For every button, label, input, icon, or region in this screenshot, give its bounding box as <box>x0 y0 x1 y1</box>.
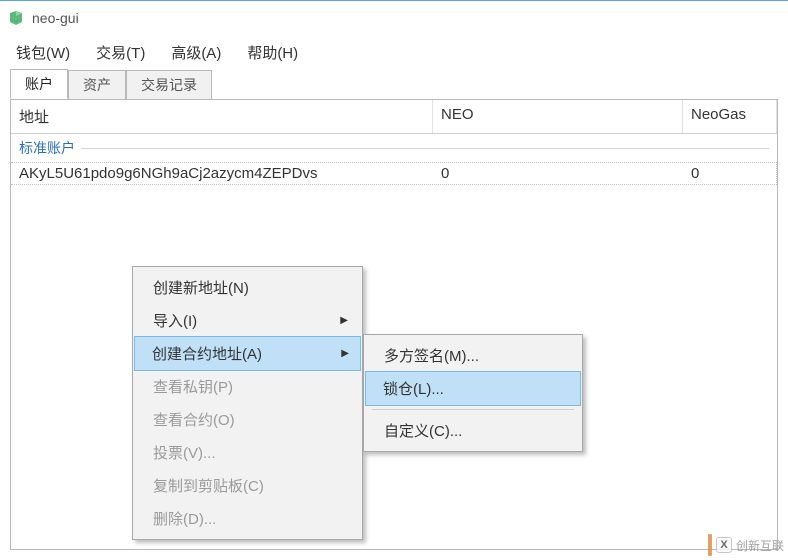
context-menu-main: 创建新地址(N) 导入(I) ▶ 创建合约地址(A) ▶ 查看私钥(P) 查看合… <box>132 266 363 540</box>
cell-neo: 0 <box>433 163 683 184</box>
cell-address: AKyL5U61pdo9g6NGh9aCj2azycm4ZEPDvs <box>11 163 433 184</box>
group-label: 标准账户 <box>19 138 75 158</box>
menu-wallet[interactable]: 钱包(W) <box>16 42 70 63</box>
submenu-arrow-icon: ▶ <box>340 315 348 326</box>
cm-item-delete: 删除(D)... <box>135 502 360 535</box>
tab-assets[interactable]: 资产 <box>68 70 126 99</box>
table-header: 地址 NEO NeoGas <box>11 100 777 134</box>
context-menu-contract-submenu: 多方签名(M)... 锁仓(L)... 自定义(C)... <box>363 334 583 452</box>
accounts-panel: 地址 NEO NeoGas 标准账户 AKyL5U61pdo9g6NGh9aCj… <box>10 99 778 550</box>
cm-label: 导入(I) <box>153 310 197 331</box>
watermark-x-icon: X <box>716 537 732 553</box>
watermark-bar-icon <box>708 534 712 556</box>
menu-transaction[interactable]: 交易(T) <box>96 42 145 63</box>
cm-item-import[interactable]: 导入(I) ▶ <box>135 304 360 337</box>
cm-label: 投票(V)... <box>153 442 216 463</box>
neo-logo-icon <box>8 10 24 26</box>
cell-neogas: 0 <box>683 163 776 184</box>
group-divider <box>81 148 769 149</box>
cm-item-create-contract-address[interactable]: 创建合约地址(A) ▶ <box>134 336 361 371</box>
table-body: AKyL5U61pdo9g6NGh9aCj2azycm4ZEPDvs 0 0 <box>11 162 777 185</box>
cm-label: 多方签名(M)... <box>384 345 479 366</box>
account-group-standard: 标准账户 <box>11 134 777 162</box>
watermark: X 创新互联 <box>708 534 784 556</box>
cm-item-lock[interactable]: 锁仓(L)... <box>365 371 581 406</box>
cm-label: 创建新地址(N) <box>153 277 249 298</box>
menu-bar: 钱包(W) 交易(T) 高级(A) 帮助(H) <box>0 35 788 69</box>
cm-item-vote: 投票(V)... <box>135 436 360 469</box>
menu-separator <box>372 409 574 410</box>
watermark-text: 创新互联 <box>736 537 784 554</box>
cm-item-new-address[interactable]: 创建新地址(N) <box>135 271 360 304</box>
cm-item-view-private-key: 查看私钥(P) <box>135 370 360 403</box>
menu-help[interactable]: 帮助(H) <box>247 42 298 63</box>
col-address[interactable]: 地址 <box>11 100 433 133</box>
cm-label: 锁仓(L)... <box>383 378 444 399</box>
window-title: neo-gui <box>32 10 79 26</box>
cm-label: 自定义(C)... <box>384 420 462 441</box>
tab-accounts[interactable]: 账户 <box>10 69 68 99</box>
submenu-arrow-icon: ▶ <box>341 348 349 359</box>
cm-label: 查看合约(O) <box>153 409 235 430</box>
cm-label: 删除(D)... <box>153 508 216 529</box>
menu-advanced[interactable]: 高级(A) <box>171 42 221 63</box>
tab-tx-history[interactable]: 交易记录 <box>126 70 212 99</box>
cm-item-multisig[interactable]: 多方签名(M)... <box>366 339 580 372</box>
cm-item-custom[interactable]: 自定义(C)... <box>366 414 580 447</box>
app-window: neo-gui 钱包(W) 交易(T) 高级(A) 帮助(H) 账户 资产 交易… <box>0 0 788 560</box>
cm-label: 创建合约地址(A) <box>152 343 262 364</box>
cm-label: 查看私钥(P) <box>153 376 233 397</box>
cm-item-copy-clipboard: 复制到剪贴板(C) <box>135 469 360 502</box>
col-neogas[interactable]: NeoGas <box>683 100 777 133</box>
title-bar: neo-gui <box>0 1 788 35</box>
cm-item-view-contract: 查看合约(O) <box>135 403 360 436</box>
cm-label: 复制到剪贴板(C) <box>153 475 264 496</box>
col-neo[interactable]: NEO <box>433 100 683 133</box>
table-row[interactable]: AKyL5U61pdo9g6NGh9aCj2azycm4ZEPDvs 0 0 <box>11 162 777 185</box>
tab-strip: 账户 资产 交易记录 <box>0 69 788 99</box>
